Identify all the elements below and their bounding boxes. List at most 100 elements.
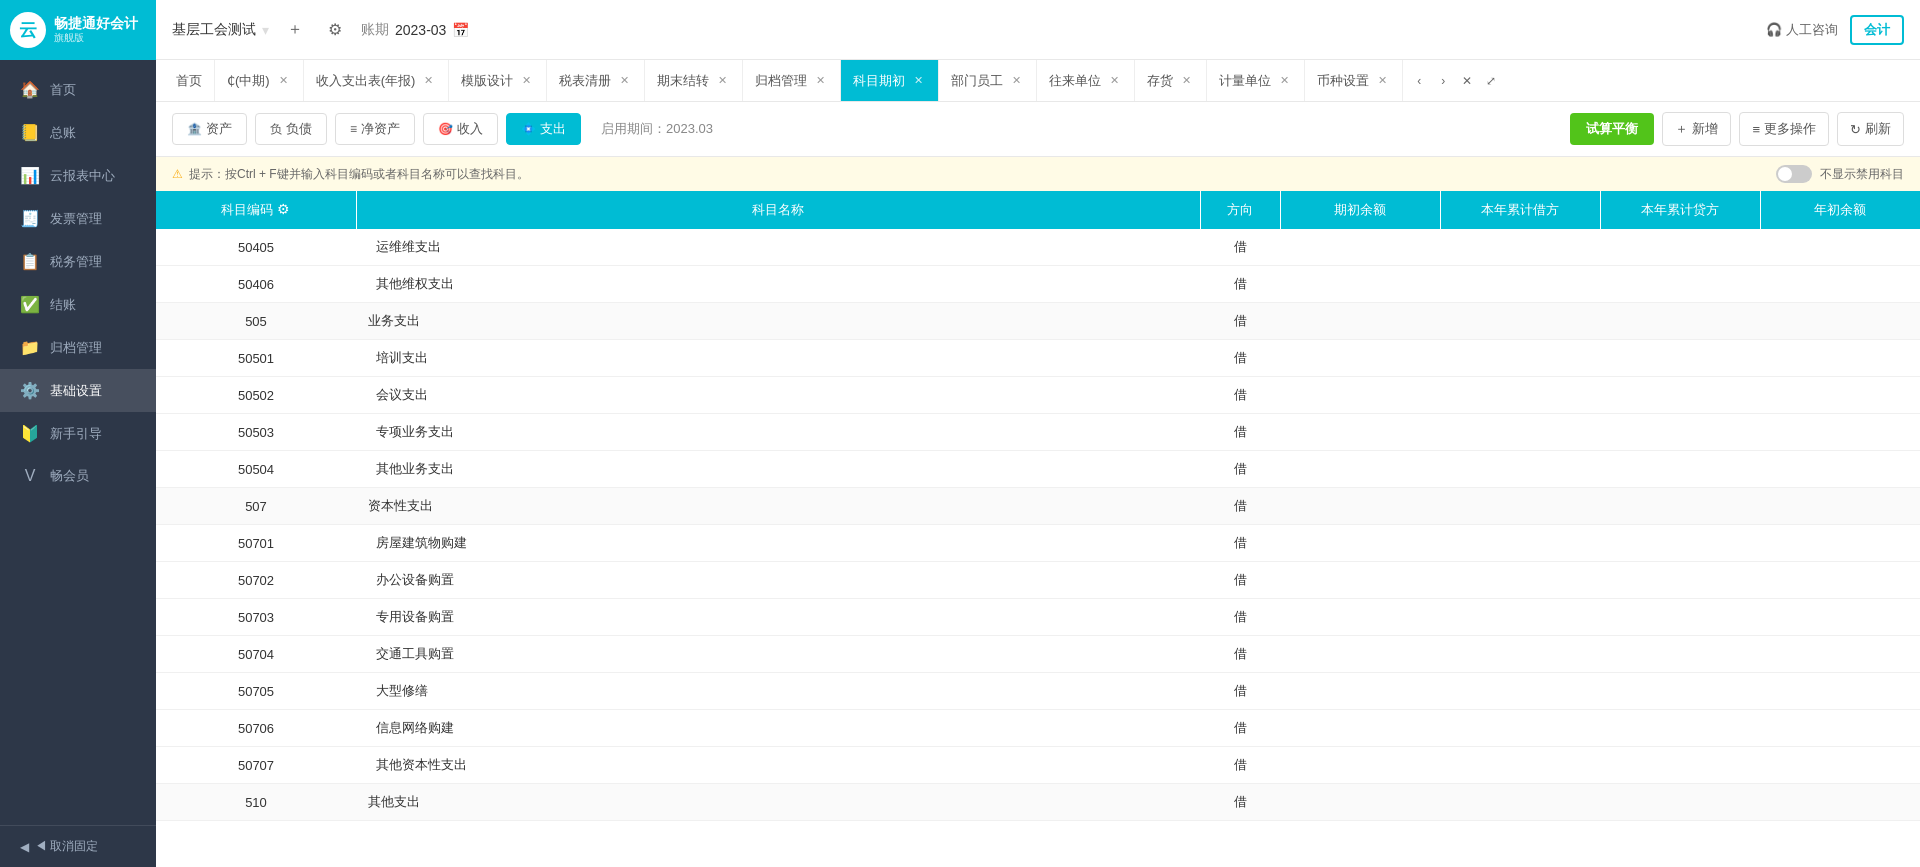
table-row[interactable]: 50703 专用设备购置 借 bbox=[156, 599, 1920, 636]
logo-text-block: 畅捷通好会计 旗舰版 bbox=[54, 15, 138, 46]
cell-debit bbox=[1440, 303, 1600, 340]
tab-unit[interactable]: 计量单位✕ bbox=[1207, 60, 1305, 102]
sidebar-label-reports: 云报表中心 bbox=[50, 167, 115, 185]
cell-code: 507 bbox=[156, 488, 356, 525]
cell-year bbox=[1760, 340, 1920, 377]
dropdown-icon[interactable]: ▾ bbox=[262, 22, 269, 38]
more-btn[interactable]: ≡ 更多操作 bbox=[1739, 112, 1829, 146]
sidebar-item-reports[interactable]: 📊 云报表中心 bbox=[0, 154, 156, 197]
sidebar-item-settle[interactable]: ✅ 结账 bbox=[0, 283, 156, 326]
tab-close-unit[interactable]: ✕ bbox=[1277, 73, 1292, 88]
table-row[interactable]: 50503 专项业务支出 借 bbox=[156, 414, 1920, 451]
table-wrap[interactable]: 科目编码 ⚙ 科目名称 方向 期初余额 本年累计借方 本年累计贷方 年初余额 5… bbox=[156, 191, 1920, 867]
cell-credit bbox=[1600, 377, 1760, 414]
tab-subject_init[interactable]: 科目期初✕ bbox=[841, 60, 939, 102]
table-row[interactable]: 50701 房屋建筑物购建 借 bbox=[156, 525, 1920, 562]
tab-close-subject_init[interactable]: ✕ bbox=[911, 73, 926, 88]
cell-balance bbox=[1280, 710, 1440, 747]
tab-period_end[interactable]: 期末结转✕ bbox=[645, 60, 743, 102]
refresh-label: 刷新 bbox=[1865, 120, 1891, 138]
cell-debit bbox=[1440, 747, 1600, 784]
sidebar-item-guide[interactable]: 🔰 新手引导 bbox=[0, 412, 156, 455]
sidebar-item-ledger[interactable]: 📒 总账 bbox=[0, 111, 156, 154]
tab-income[interactable]: 收入支出表(年报)✕ bbox=[304, 60, 450, 102]
cell-dir: 借 bbox=[1200, 710, 1280, 747]
table-row[interactable]: 50707 其他资本性支出 借 bbox=[156, 747, 1920, 784]
cell-name: 交通工具购置 bbox=[356, 636, 1200, 673]
tab-close-period_end[interactable]: ✕ bbox=[715, 73, 730, 88]
cell-balance bbox=[1280, 562, 1440, 599]
cell-balance bbox=[1280, 636, 1440, 673]
tab-home[interactable]: 首页 bbox=[164, 60, 215, 102]
toggle-disabled-subjects[interactable] bbox=[1776, 165, 1812, 183]
add-btn[interactable]: ＋ 新增 bbox=[1662, 112, 1731, 146]
tab-inventory[interactable]: 存货✕ bbox=[1135, 60, 1207, 102]
tab-currency[interactable]: 币种设置✕ bbox=[1305, 60, 1403, 102]
subtab-net_asset[interactable]: ≡ 净资产 bbox=[335, 113, 415, 145]
help-btn[interactable]: 🎧 人工咨询 bbox=[1766, 21, 1838, 39]
sidebar-item-invoice[interactable]: 🧾 发票管理 bbox=[0, 197, 156, 240]
tab-template[interactable]: 模版设计✕ bbox=[449, 60, 547, 102]
tab-archive[interactable]: 归档管理 ✕ bbox=[743, 60, 841, 102]
tab-mid[interactable]: ₵(中期)✕ bbox=[215, 60, 304, 102]
add-tab-btn[interactable]: ＋ bbox=[281, 16, 309, 44]
table-row[interactable]: 50405 运维维支出 借 bbox=[156, 229, 1920, 266]
refresh-btn[interactable]: ↻ 刷新 bbox=[1837, 112, 1904, 146]
table-row[interactable]: 507 资本性支出 借 bbox=[156, 488, 1920, 525]
sidebar-item-tax[interactable]: 📋 税务管理 bbox=[0, 240, 156, 283]
tab-close-inventory[interactable]: ✕ bbox=[1179, 73, 1194, 88]
sidebar-item-member[interactable]: V 畅会员 bbox=[0, 455, 156, 497]
settings-icon[interactable]: ⚙ bbox=[321, 16, 349, 44]
tab-close-template[interactable]: ✕ bbox=[519, 73, 534, 88]
cell-balance bbox=[1280, 747, 1440, 784]
subtab-income[interactable]: 🎯 收入 bbox=[423, 113, 498, 145]
tab-expand-btn[interactable]: ⤢ bbox=[1479, 69, 1503, 93]
table-row[interactable]: 50502 会议支出 借 bbox=[156, 377, 1920, 414]
table-row[interactable]: 50704 交通工具购置 借 bbox=[156, 636, 1920, 673]
cell-name: 专用设备购置 bbox=[356, 599, 1200, 636]
tab-dept[interactable]: 部门员工✕ bbox=[939, 60, 1037, 102]
sidebar-item-archive[interactable]: 📁 归档管理 bbox=[0, 326, 156, 369]
balance-btn[interactable]: 试算平衡 bbox=[1570, 113, 1654, 145]
cell-dir: 借 bbox=[1200, 747, 1280, 784]
tab-close-currency[interactable]: ✕ bbox=[1375, 73, 1390, 88]
tab-customer[interactable]: 往来单位✕ bbox=[1037, 60, 1135, 102]
sidebar-item-settings[interactable]: ⚙️ 基础设置 bbox=[0, 369, 156, 412]
table-row[interactable]: 50501 培训支出 借 bbox=[156, 340, 1920, 377]
subtab-expense[interactable]: 💠 支出 bbox=[506, 113, 581, 145]
column-settings-icon[interactable]: ⚙ bbox=[277, 201, 290, 217]
tab-close-customer[interactable]: ✕ bbox=[1107, 73, 1122, 88]
table-row[interactable]: 50706 信息网络购建 借 bbox=[156, 710, 1920, 747]
table-row[interactable]: 50705 大型修缮 借 bbox=[156, 673, 1920, 710]
calendar-icon[interactable]: 📅 bbox=[452, 22, 469, 38]
tab-tax[interactable]: 税表清册✕ bbox=[547, 60, 645, 102]
tab-close-mid[interactable]: ✕ bbox=[276, 73, 291, 88]
subtab-liability[interactable]: 负 负债 bbox=[255, 113, 327, 145]
tabbar: 首页₵(中期)✕收入支出表(年报)✕模版设计✕税表清册✕期末结转✕归档管理✕科目… bbox=[156, 60, 1920, 102]
account-btn[interactable]: 会计 bbox=[1850, 15, 1904, 45]
tab-close-all-btn[interactable]: ✕ bbox=[1455, 69, 1479, 93]
tab-label-archive: 归档管理 bbox=[755, 72, 807, 90]
subtab-asset[interactable]: 🏦 资产 bbox=[172, 113, 247, 145]
cell-year bbox=[1760, 303, 1920, 340]
tab-close-income[interactable]: ✕ bbox=[421, 73, 436, 88]
table-row[interactable]: 50406 其他维权支出 借 bbox=[156, 266, 1920, 303]
sidebar-footer-btn[interactable]: ◀ ◀ 取消固定 bbox=[0, 825, 156, 867]
cell-name: 培训支出 bbox=[356, 340, 1200, 377]
period-tag: 启用期间：2023.03 bbox=[601, 120, 713, 138]
table-row[interactable]: 505 业务支出 借 bbox=[156, 303, 1920, 340]
member-icon: V bbox=[20, 467, 40, 485]
sidebar-item-home[interactable]: 🏠 首页 bbox=[0, 68, 156, 111]
table-row[interactable]: 50504 其他业务支出 借 bbox=[156, 451, 1920, 488]
tab-close-archive[interactable]: ✕ bbox=[813, 73, 828, 88]
tab-close-dept[interactable]: ✕ bbox=[1009, 73, 1024, 88]
cell-name: 会议支出 bbox=[356, 377, 1200, 414]
table-row[interactable]: 50702 办公设备购置 借 bbox=[156, 562, 1920, 599]
subtab-label-liability: 负债 bbox=[286, 120, 312, 138]
tab-close-tax[interactable]: ✕ bbox=[617, 73, 632, 88]
table-row[interactable]: 510 其他支出 借 bbox=[156, 784, 1920, 821]
cell-balance bbox=[1280, 303, 1440, 340]
net-asset-icon: ≡ bbox=[350, 122, 357, 136]
tab-next-btn[interactable]: › bbox=[1431, 69, 1455, 93]
tab-prev-btn[interactable]: ‹ bbox=[1407, 69, 1431, 93]
